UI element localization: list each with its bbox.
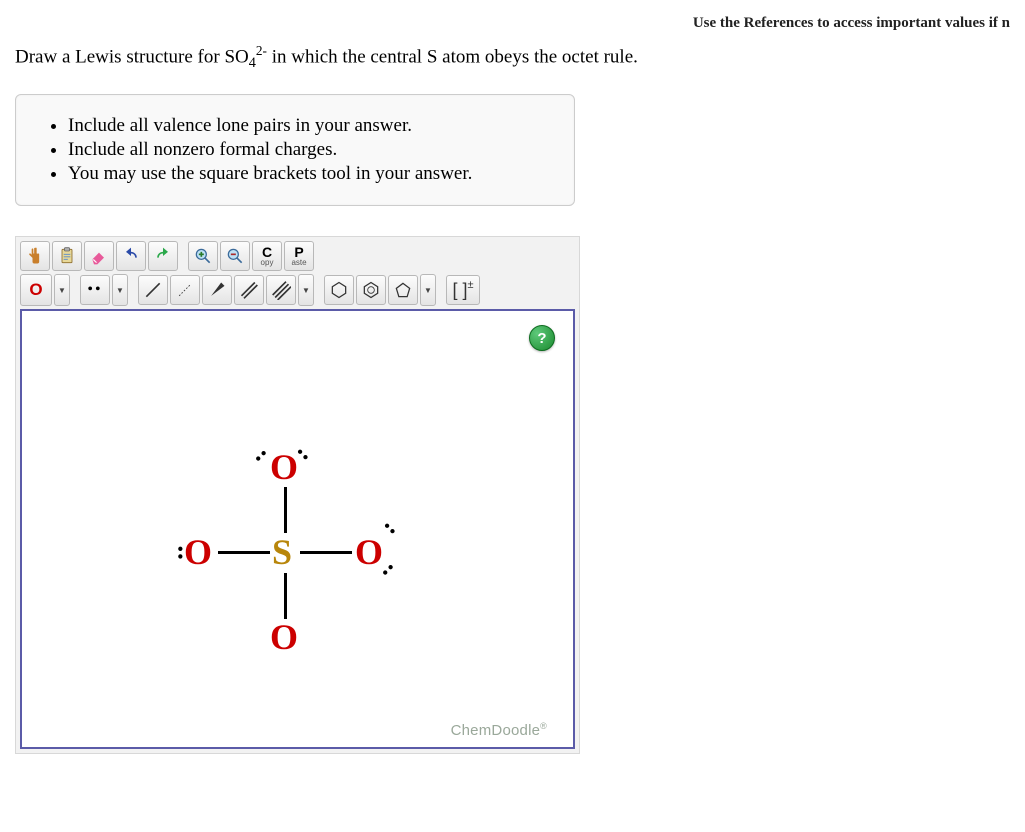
- toolbar-row-2: O ▼ •• ▼ ▼ ▼: [20, 274, 575, 306]
- q-post: atom obeys the octet rule.: [437, 46, 638, 67]
- atom-o-left[interactable]: O: [184, 531, 212, 573]
- brackets-tool[interactable]: [ ]±: [446, 275, 480, 305]
- copy-tool[interactable]: C opy: [252, 241, 282, 271]
- drawing-canvas[interactable]: ? S O O O O •• •• •• •• ••: [20, 309, 575, 749]
- q-atom: S: [427, 46, 438, 67]
- element-button[interactable]: O: [20, 274, 52, 306]
- benzene-tool[interactable]: [356, 275, 386, 305]
- chemdoodle-branding: ChemDoodle®: [451, 721, 547, 739]
- lp-left-1[interactable]: ••: [170, 546, 188, 561]
- redo-tool[interactable]: [148, 241, 178, 271]
- q-formula-base: SO: [224, 46, 248, 67]
- lone-pair-dropdown[interactable]: ▼: [112, 274, 128, 306]
- help-button[interactable]: ?: [529, 325, 555, 351]
- q-mid: in which the central: [267, 46, 427, 67]
- cyclohexane-tool[interactable]: [324, 275, 354, 305]
- brand-name: ChemDoodle: [451, 722, 541, 739]
- double-bond-tool[interactable]: [234, 275, 264, 305]
- toolbar-row-1: C opy P aste: [20, 241, 575, 271]
- atom-s[interactable]: S: [272, 531, 292, 573]
- undo-tool[interactable]: [116, 241, 146, 271]
- bond-dropdown[interactable]: ▼: [298, 274, 314, 306]
- instruction-1: Include all valence lone pairs in your a…: [68, 115, 546, 137]
- references-note: Use the References to access important v…: [15, 15, 1010, 32]
- copy-opy: opy: [261, 259, 274, 267]
- wedge-bond-tool[interactable]: [202, 275, 232, 305]
- bond-right[interactable]: [300, 551, 352, 554]
- brand-r: ®: [540, 721, 547, 731]
- bond-top[interactable]: [284, 487, 287, 533]
- bond-bottom[interactable]: [284, 573, 287, 619]
- q-formula-sub: 4: [249, 55, 256, 71]
- q-formula-sup: 2-: [256, 43, 267, 58]
- paste-p: P: [294, 245, 303, 259]
- chemdoodle-editor: C opy P aste O ▼ •• ▼ ▼: [15, 236, 580, 754]
- zoom-in-tool[interactable]: [188, 241, 218, 271]
- lone-pair-tool[interactable]: ••: [80, 275, 110, 305]
- clipboard-tool[interactable]: [52, 241, 82, 271]
- paste-aste: aste: [291, 259, 306, 267]
- triple-bond-tool[interactable]: [266, 275, 296, 305]
- eraser-tool[interactable]: [84, 241, 114, 271]
- zoom-out-tool[interactable]: [220, 241, 250, 271]
- copy-c: C: [262, 245, 272, 259]
- recessed-bond-tool[interactable]: [170, 275, 200, 305]
- instruction-2: Include all nonzero formal charges.: [68, 139, 546, 161]
- question-text: Draw a Lewis structure for SO42- in whic…: [15, 42, 1010, 74]
- instructions-box: Include all valence lone pairs in your a…: [15, 94, 575, 206]
- instruction-3: You may use the square brackets tool in …: [68, 163, 546, 185]
- paste-tool[interactable]: P aste: [284, 241, 314, 271]
- q-pre: Draw a Lewis structure for: [15, 46, 224, 67]
- hand-tool[interactable]: [20, 241, 50, 271]
- cyclopentane-tool[interactable]: [388, 275, 418, 305]
- atom-o-bottom[interactable]: O: [270, 616, 298, 658]
- ring-dropdown[interactable]: ▼: [420, 274, 436, 306]
- element-dropdown[interactable]: ▼: [54, 274, 70, 306]
- single-bond-tool[interactable]: [138, 275, 168, 305]
- bond-left[interactable]: [218, 551, 270, 554]
